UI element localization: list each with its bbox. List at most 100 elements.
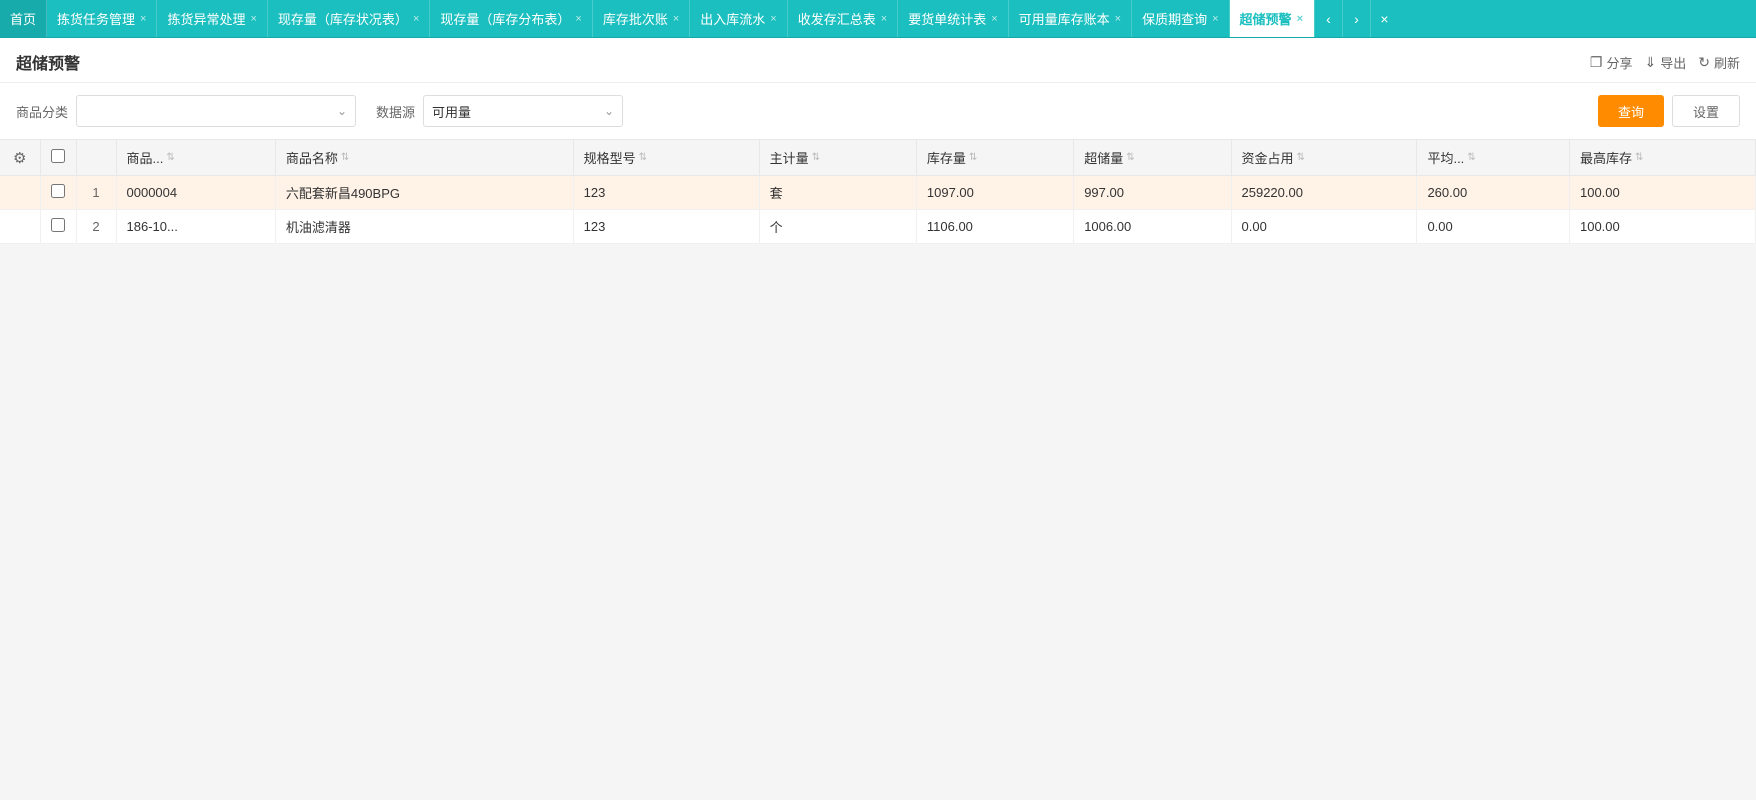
row2-unit: 个 [759,210,916,244]
nav-quality-check-close[interactable]: × [1212,13,1218,25]
col-checkbox-header [40,140,76,176]
nav-recv-send[interactable]: 收发存汇总表 × [788,0,898,38]
sort-max-stock-icon: ⇅ [1635,152,1643,163]
sort-overstock[interactable]: 超储量 ⇅ [1084,148,1134,167]
share-button[interactable]: ❐ 分享 [1590,53,1633,72]
action-buttons: 查询 设置 [1598,95,1740,127]
query-button[interactable]: 查询 [1598,95,1664,127]
nav-in-out-flow-label: 出入库流水 [700,9,765,28]
sort-avg-icon: ⇅ [1467,152,1475,163]
row1-stock: 1097.00 [916,176,1073,210]
row1-max-stock: 100.00 [1569,176,1755,210]
settings-button[interactable]: 设置 [1672,95,1740,127]
sort-max-stock[interactable]: 最高库存 ⇅ [1580,148,1643,167]
row2-spec: 123 [573,210,759,244]
nav-home[interactable]: 首页 [0,0,47,38]
nav-overstock-warn-label: 超储预警 [1240,9,1292,28]
refresh-icon: ↻ [1698,54,1710,71]
table-row: 1 0000004 六配套新昌490BPG 123 套 1097.00 997.… [0,176,1756,210]
nav-stock-dist[interactable]: 现存量（库存分布表） × [430,0,592,38]
sort-unit[interactable]: 主计量 ⇅ [770,148,820,167]
sort-product-code[interactable]: 商品... ⇅ [127,148,175,167]
nav-stock-status-close[interactable]: × [413,13,419,25]
datasource-select[interactable]: 可用量 ⌄ [423,95,623,127]
col-product-name-header[interactable]: 商品名称 ⇅ [275,140,573,176]
row2-stock: 1106.00 [916,210,1073,244]
nav-order-stat-close[interactable]: × [991,13,997,25]
sort-capital[interactable]: 资金占用 ⇅ [1242,148,1305,167]
nav-prev-arrow[interactable]: ‹ [1314,0,1342,38]
col-product-code-header[interactable]: 商品... ⇅ [116,140,275,176]
row2-product-name: 机油滤清器 [275,210,573,244]
top-navigation: 首页 拣货任务管理 × 拣货异常处理 × 现存量（库存状况表） × 现存量（库存… [0,0,1756,38]
nav-abnormal[interactable]: 拣货异常处理 × [157,0,267,38]
col-unit-header[interactable]: 主计量 ⇅ [759,140,916,176]
nav-order-stat[interactable]: 要货单统计表 × [898,0,1008,38]
row2-overstock: 1006.00 [1074,210,1231,244]
sort-avg[interactable]: 平均... ⇅ [1427,148,1475,167]
col-spec-label: 规格型号 [584,148,636,167]
nav-recv-send-close[interactable]: × [881,13,887,25]
nav-overstock-warn[interactable]: 超储预警 × [1230,0,1314,38]
row1-overstock: 997.00 [1074,176,1231,210]
col-spec-header[interactable]: 规格型号 ⇅ [573,140,759,176]
nav-in-out-flow[interactable]: 出入库流水 × [690,0,787,38]
row1-product-name: 六配套新昌490BPG [275,176,573,210]
sort-spec[interactable]: 规格型号 ⇅ [584,148,647,167]
col-capital-label: 资金占用 [1242,148,1294,167]
sort-stock[interactable]: 库存量 ⇅ [927,148,977,167]
sort-unit-icon: ⇅ [812,152,820,163]
col-unit-label: 主计量 [770,148,809,167]
col-product-name-label: 商品名称 [286,148,338,167]
col-overstock-label: 超储量 [1084,148,1123,167]
sort-stock-icon: ⇅ [969,152,977,163]
nav-home-label: 首页 [10,9,36,28]
table-row: 2 186-10... 机油滤清器 123 个 1106.00 1006.00 … [0,210,1756,244]
category-select[interactable]: ⌄ [76,95,356,127]
select-all-checkbox[interactable] [51,149,65,163]
nav-task-mgmt-close[interactable]: × [140,13,146,25]
refresh-button[interactable]: ↻ 刷新 [1698,53,1740,72]
table-settings-icon[interactable]: ⚙ [13,150,26,167]
sort-product-name-icon: ⇅ [341,152,349,163]
nav-stock-status-label: 现存量（库存状况表） [278,9,408,28]
row1-capital: 259220.00 [1231,176,1417,210]
nav-order-stat-label: 要货单统计表 [908,9,986,28]
nav-stock-batch-close[interactable]: × [673,13,679,25]
col-max-stock-header[interactable]: 最高库存 ⇅ [1569,140,1755,176]
col-avg-label: 平均... [1427,148,1464,167]
data-table-container: ⚙ 商品... ⇅ 商品名称 [0,139,1756,244]
row1-checkbox[interactable] [51,184,65,198]
nav-stock-dist-close[interactable]: × [575,13,581,25]
datasource-value: 可用量 [432,102,471,121]
nav-stock-batch[interactable]: 库存批次账 × [593,0,690,38]
export-button[interactable]: ⇓ 导出 [1645,53,1687,72]
col-capital-header[interactable]: 资金占用 ⇅ [1231,140,1417,176]
nav-quality-check[interactable]: 保质期查询 × [1132,0,1229,38]
sort-spec-icon: ⇅ [639,152,647,163]
nav-stock-status[interactable]: 现存量（库存状况表） × [268,0,430,38]
page-header: 超储预警 ❐ 分享 ⇓ 导出 ↻ 刷新 [0,38,1756,83]
col-settings-header: ⚙ [0,140,40,176]
nav-overstock-warn-close[interactable]: × [1297,13,1303,25]
col-stock-header[interactable]: 库存量 ⇅ [916,140,1073,176]
share-icon: ❐ [1590,54,1603,71]
nav-next-arrow[interactable]: › [1342,0,1370,38]
nav-abnormal-label: 拣货异常处理 [167,9,245,28]
col-overstock-header[interactable]: 超储量 ⇅ [1074,140,1231,176]
row1-spec: 123 [573,176,759,210]
nav-avail-stock-close[interactable]: × [1115,13,1121,25]
col-avg-header[interactable]: 平均... ⇅ [1417,140,1570,176]
row2-checkbox[interactable] [51,218,65,232]
col-product-code-label: 商品... [127,148,164,167]
nav-in-out-flow-close[interactable]: × [770,13,776,25]
nav-avail-stock[interactable]: 可用量库存账本 × [1009,0,1132,38]
sort-product-name[interactable]: 商品名称 ⇅ [286,148,349,167]
row2-num: 2 [76,210,116,244]
data-table: ⚙ 商品... ⇅ 商品名称 [0,139,1756,244]
nav-task-mgmt[interactable]: 拣货任务管理 × [47,0,157,38]
nav-abnormal-close[interactable]: × [250,13,256,25]
nav-more-arrow[interactable]: × [1370,0,1398,38]
nav-stock-dist-label: 现存量（库存分布表） [440,9,570,28]
page-title: 超储预警 [16,50,80,74]
